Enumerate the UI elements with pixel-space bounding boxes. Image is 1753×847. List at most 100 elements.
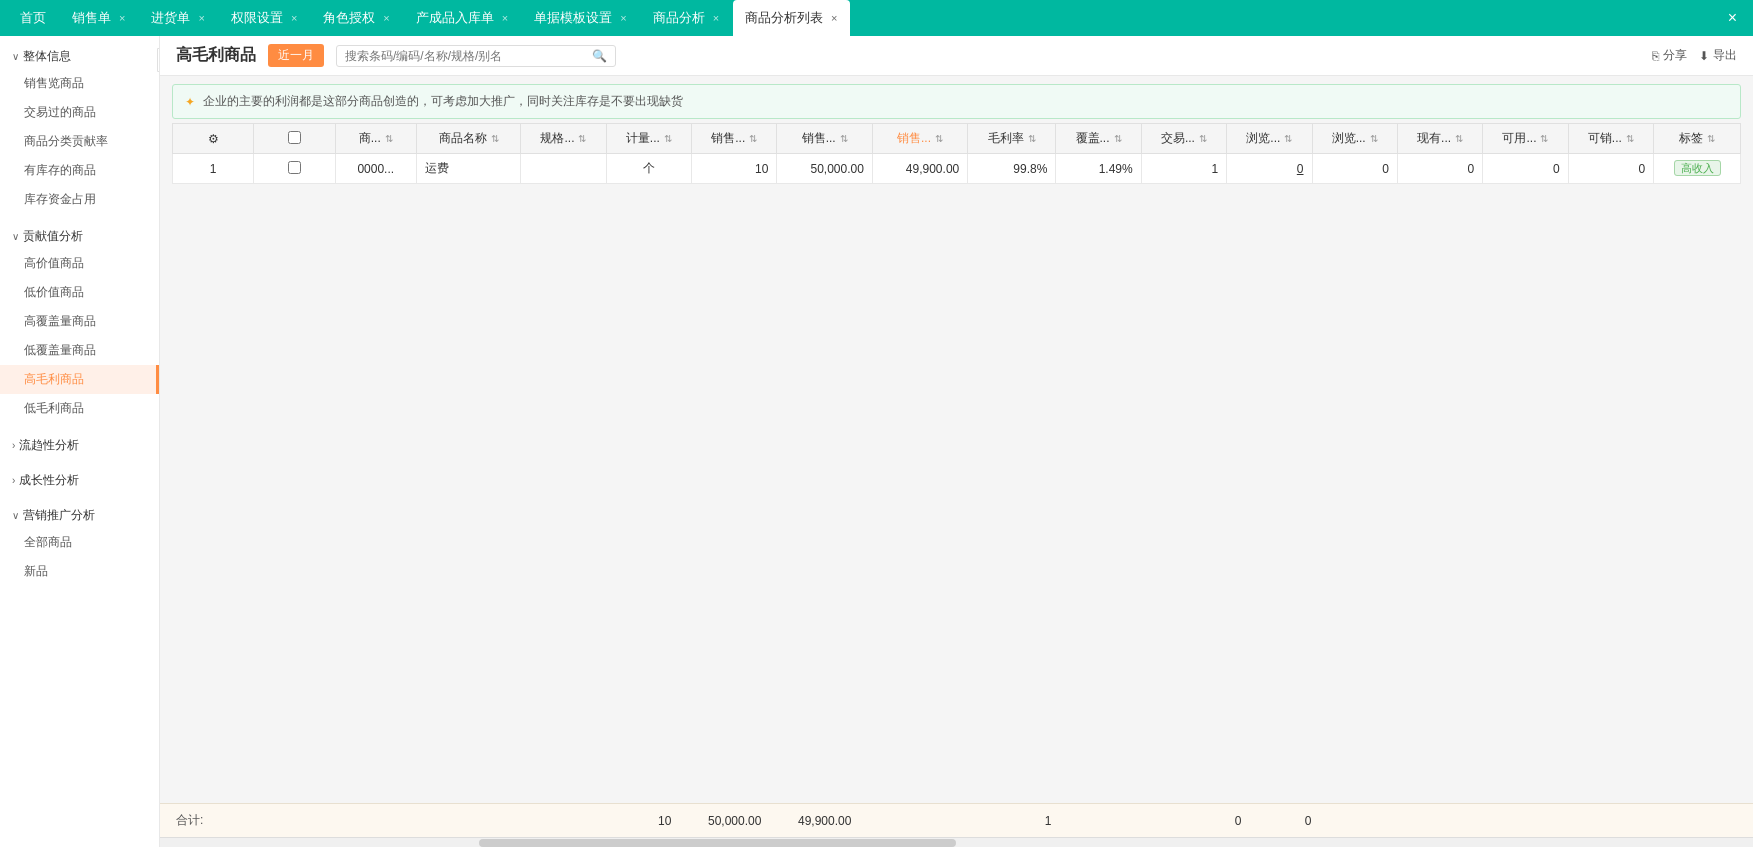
close-tab-permissions[interactable]: × — [291, 12, 297, 24]
content-area: 高毛利商品 近一月 🔍 ⎘ 分享 ⬇ 导出 ✦ 企业的主要的利润都是这部分商品创… — [160, 36, 1753, 847]
sidebar-group-title-marketing-analysis[interactable]: ∨营销推广分析 — [0, 503, 159, 528]
sidebar-group-trend-analysis: ›流趋性分析 — [0, 425, 159, 460]
topbar-item-roles[interactable]: 角色授权× — [311, 0, 401, 36]
col-header-current_stock[interactable]: 现有...⇅ — [1397, 124, 1482, 154]
sidebar-group-overview: ∨整体信息销售览商品交易过的商品商品分类贡献率有库存的商品库存资金占用 — [0, 36, 159, 216]
topbar-item-sales-order[interactable]: 销售单× — [60, 0, 137, 36]
select-all-checkbox[interactable] — [288, 131, 301, 144]
col-header-tag[interactable]: 标签⇅ — [1654, 124, 1741, 154]
sidebar-group-growth-analysis: ›成长性分析 — [0, 460, 159, 495]
row-browse-link[interactable]: 0 — [1297, 162, 1304, 176]
row-current-stock: 0 — [1397, 154, 1482, 184]
col-header-coverage[interactable]: 覆盖...⇅ — [1056, 124, 1141, 154]
sidebar-item-traded-goods[interactable]: 交易过的商品 — [0, 98, 159, 127]
sidebar-item-low-value[interactable]: 低价值商品 — [0, 278, 159, 307]
sidebar-collapse-button[interactable]: 《 — [157, 48, 160, 72]
footer-label: 合计: — [176, 812, 203, 829]
sidebar-item-low-margin[interactable]: 低毛利商品 — [0, 394, 159, 423]
sidebar-item-all-goods[interactable]: 全部商品 — [0, 528, 159, 557]
footer-cell-16 — [1319, 814, 1389, 828]
col-header-code[interactable]: 商...⇅ — [335, 124, 416, 154]
row-select-checkbox[interactable] — [288, 161, 301, 174]
scroll-indicator — [160, 837, 1753, 847]
sidebar-item-high-margin[interactable]: 高毛利商品 — [0, 365, 159, 394]
sort-icon-browse2: ⇅ — [1370, 133, 1378, 144]
close-all-button[interactable]: × — [1720, 9, 1745, 27]
footer-totals: 1050,000.0049,900.00100 — [219, 814, 1737, 828]
topbar-item-template-settings[interactable]: 单据模板设置× — [522, 0, 638, 36]
sidebar-item-high-frequency[interactable]: 高覆盖量商品 — [0, 307, 159, 336]
col-label-sales_profit: 销售...⇅ — [897, 130, 943, 147]
col-header-unit[interactable]: 计量...⇅ — [606, 124, 691, 154]
sidebar-group-title-overview[interactable]: ∨整体信息 — [0, 44, 159, 69]
sidebar-item-capital-occupy[interactable]: 库存资金占用 — [0, 185, 159, 214]
topbar-item-permissions[interactable]: 权限设置× — [219, 0, 309, 36]
col-header-sales_profit[interactable]: 销售...⇅ — [872, 124, 967, 154]
sidebar-group-label-wealth-analysis: 贡献值分析 — [23, 228, 83, 245]
close-tab-roles[interactable]: × — [383, 12, 389, 24]
row-available: 0 — [1483, 154, 1568, 184]
sidebar-group-title-wealth-analysis[interactable]: ∨贡献值分析 — [0, 224, 159, 249]
footer-cell-11: 1 — [999, 814, 1059, 828]
table-row: 10000...运费个1050,000.0049,900.0099.8%1.49… — [173, 154, 1741, 184]
sidebar-item-in-stock-goods[interactable]: 有库存的商品 — [0, 156, 159, 185]
close-tab-products-entry[interactable]: × — [502, 12, 508, 24]
sidebar-item-new-goods[interactable]: 新品 — [0, 557, 159, 586]
col-header-browse1[interactable]: 浏览...⇅ — [1227, 124, 1312, 154]
close-tab-product-analysis-list[interactable]: × — [831, 12, 837, 24]
row-checkbox[interactable] — [254, 154, 335, 184]
close-tab-purchase-order[interactable]: × — [198, 12, 204, 24]
sidebar-item-sales-goods[interactable]: 销售览商品 — [0, 69, 159, 98]
close-tab-product-analysis[interactable]: × — [713, 12, 719, 24]
topbar-item-product-analysis[interactable]: 商品分析× — [641, 0, 731, 36]
topbar-item-product-analysis-list[interactable]: 商品分析列表× — [733, 0, 849, 36]
col-header-saleable[interactable]: 可销...⇅ — [1568, 124, 1653, 154]
footer-cell-17 — [1389, 814, 1449, 828]
sidebar-item-goods-contribution[interactable]: 商品分类贡献率 — [0, 127, 159, 156]
row-tag: 高收入 — [1654, 154, 1741, 184]
col-header-transactions[interactable]: 交易...⇅ — [1141, 124, 1226, 154]
col-header-sales_amount[interactable]: 销售...⇅ — [777, 124, 872, 154]
footer-cell-8: 49,900.00 — [769, 814, 859, 828]
sidebar-group-title-trend-analysis[interactable]: ›流趋性分析 — [0, 433, 159, 458]
export-button[interactable]: ⬇ 导出 — [1699, 47, 1737, 64]
topbar: 首页销售单×进货单×权限设置×角色授权×产成品入库单×单据模板设置×商品分析×商… — [0, 0, 1753, 36]
footer-cell-4 — [499, 814, 559, 828]
time-filter-button[interactable]: 近一月 — [268, 44, 324, 67]
export-icon: ⬇ — [1699, 49, 1709, 63]
row-browse2: 0 — [1312, 154, 1397, 184]
col-header-browse2[interactable]: 浏览...⇅ — [1312, 124, 1397, 154]
chevron-down-icon: ∨ — [12, 51, 19, 62]
chevron-down-icon: ∨ — [12, 510, 19, 521]
close-tab-sales-order[interactable]: × — [119, 12, 125, 24]
search-input[interactable] — [345, 49, 586, 63]
topbar-item-home[interactable]: 首页 — [8, 0, 58, 36]
col-header-available[interactable]: 可用...⇅ — [1483, 124, 1568, 154]
col-header-name[interactable]: 商品名称⇅ — [416, 124, 520, 154]
sidebar-item-high-value[interactable]: 高价值商品 — [0, 249, 159, 278]
close-tab-template-settings[interactable]: × — [620, 12, 626, 24]
topbar-item-purchase-order[interactable]: 进货单× — [139, 0, 216, 36]
row-sales-amount: 50,000.00 — [777, 154, 872, 184]
sort-icon-transactions: ⇅ — [1199, 133, 1207, 144]
col-header-gross_margin[interactable]: 毛利率⇅ — [968, 124, 1056, 154]
col-label-browse2: 浏览...⇅ — [1332, 130, 1378, 147]
col-label-unit: 计量...⇅ — [626, 130, 672, 147]
search-icon[interactable]: 🔍 — [592, 49, 607, 63]
scroll-thumb[interactable] — [479, 839, 957, 847]
col-header-sales_qty[interactable]: 销售...⇅ — [692, 124, 777, 154]
gear-icon[interactable]: ⚙ — [208, 132, 219, 146]
topbar-item-products-entry[interactable]: 产成品入库单× — [404, 0, 520, 36]
col-header-spec[interactable]: 规格...⇅ — [521, 124, 606, 154]
sidebar-group-title-growth-analysis[interactable]: ›成长性分析 — [0, 468, 159, 493]
sort-icon-saleable: ⇅ — [1626, 133, 1634, 144]
sidebar-group-marketing-analysis: ∨营销推广分析全部商品新品 — [0, 495, 159, 588]
info-bar: ✦ 企业的主要的利润都是这部分商品创造的，可考虑加大推广，同时关注库存是不要出现… — [172, 84, 1741, 119]
export-label: 导出 — [1713, 47, 1737, 64]
share-button[interactable]: ⎘ 分享 — [1652, 47, 1687, 64]
footer-cell-0 — [219, 814, 279, 828]
sidebar-item-low-frequency[interactable]: 低覆盖量商品 — [0, 336, 159, 365]
footer-cell-14: 0 — [1179, 814, 1249, 828]
table-wrapper[interactable]: ⚙商...⇅商品名称⇅规格...⇅计量...⇅销售...⇅销售...⇅销售...… — [172, 123, 1741, 803]
col-label-gross_margin: 毛利率⇅ — [988, 130, 1036, 147]
